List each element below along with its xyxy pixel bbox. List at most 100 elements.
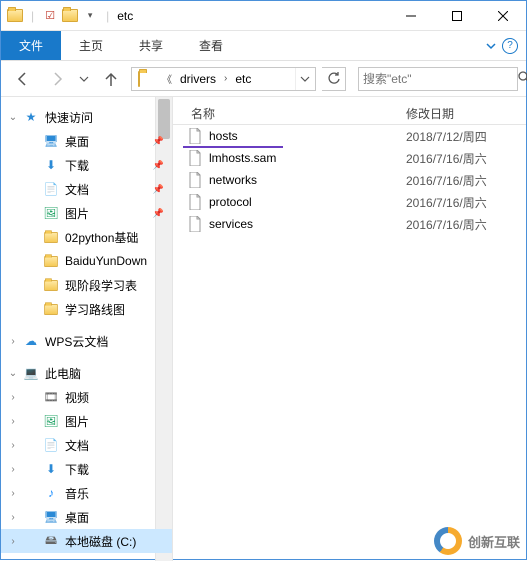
sidebar-item-quick-access[interactable]: ⌄ ★ 快速访问 (1, 105, 172, 129)
file-icon (187, 150, 203, 166)
file-list: hosts2018/7/12/周四 lmhosts.sam2016/7/16/周… (173, 125, 526, 561)
sidebar-item-desktop[interactable]: 🖥桌面📌 (1, 129, 172, 153)
qat-separator: | (31, 9, 34, 23)
back-button[interactable] (9, 65, 37, 93)
address-history-dropdown[interactable] (295, 68, 313, 90)
chevron-down-icon (79, 74, 89, 84)
file-name: networks (209, 173, 406, 187)
sidebar-item-videos[interactable]: ›🎞视频 (1, 385, 172, 409)
chevron-down-icon[interactable]: ⌄ (7, 368, 19, 379)
window-controls (388, 1, 526, 31)
chevron-right-icon[interactable]: › (7, 512, 19, 523)
download-icon: ⬇ (43, 157, 59, 173)
search-icon[interactable] (518, 71, 527, 87)
tree-cloud: › ☁ WPS云文档 (1, 329, 172, 353)
qat-separator: | (106, 9, 109, 23)
up-button[interactable] (97, 65, 125, 93)
close-button[interactable] (480, 1, 526, 31)
sidebar-item-folder[interactable]: 学习路线图 (1, 297, 172, 321)
sidebar-item-label: 快速访问 (45, 109, 93, 126)
sidebar-item-downloads[interactable]: ›⬇下载 (1, 457, 172, 481)
column-header-name[interactable]: 名称 (173, 105, 406, 122)
address-root[interactable] (134, 68, 158, 90)
tree-quick-access: ⌄ ★ 快速访问 🖥桌面📌 ⬇下载📌 📄文档📌 🖼图片📌 02python基础 … (1, 105, 172, 321)
chevron-down-icon[interactable]: ⌄ (7, 112, 19, 123)
file-icon (187, 128, 203, 144)
arrow-up-icon (102, 70, 120, 88)
forward-button[interactable] (43, 65, 71, 93)
sidebar-item-folder[interactable]: 现阶段学习表 (1, 273, 172, 297)
chevron-right-icon[interactable]: › (7, 416, 19, 427)
content-area: ⌄ ★ 快速访问 🖥桌面📌 ⬇下载📌 📄文档📌 🖼图片📌 02python基础 … (1, 97, 526, 561)
properties-icon[interactable]: ☑ (42, 8, 58, 24)
sidebar-item-label: BaiduYunDown (65, 254, 147, 268)
sidebar-item-label: 02python基础 (65, 229, 138, 246)
sidebar-item-label: 图片 (65, 205, 89, 222)
breadcrumb-segment[interactable]: drivers (176, 68, 220, 90)
chevron-right-icon[interactable]: › (7, 392, 19, 403)
recent-dropdown[interactable] (77, 65, 91, 93)
file-row[interactable]: lmhosts.sam2016/7/16/周六 (173, 147, 526, 169)
sidebar-item-wps-cloud[interactable]: › ☁ WPS云文档 (1, 329, 172, 353)
chevron-right-icon[interactable]: › (7, 464, 19, 475)
refresh-icon (327, 72, 341, 86)
sidebar-item-this-pc[interactable]: ⌄ 💻 此电脑 (1, 361, 172, 385)
refresh-button[interactable] (322, 67, 346, 91)
folder-icon (43, 253, 59, 269)
address-bar[interactable]: 《 drivers › etc (131, 67, 316, 91)
tab-share[interactable]: 共享 (121, 31, 181, 60)
sidebar-item-music[interactable]: ›♪音乐 (1, 481, 172, 505)
document-icon: 📄 (43, 437, 59, 453)
search-box[interactable] (358, 67, 518, 91)
file-name: lmhosts.sam (209, 151, 406, 165)
file-icon (187, 216, 203, 232)
folder-icon (7, 8, 23, 24)
file-row[interactable]: hosts2018/7/12/周四 (173, 125, 526, 147)
sidebar-item-desktop[interactable]: ›🖥桌面 (1, 505, 172, 529)
sidebar-item-folder[interactable]: BaiduYunDown (1, 249, 172, 273)
tree-this-pc: ⌄ 💻 此电脑 ›🎞视频 ›🖼图片 ›📄文档 ›⬇下载 ›♪音乐 ›🖥桌面 ›🖴… (1, 361, 172, 553)
sidebar-item-label: 学习路线图 (65, 301, 125, 318)
sidebar-item-label: 图片 (65, 413, 89, 430)
close-icon (498, 11, 508, 21)
sidebar-item-downloads[interactable]: ⬇下载📌 (1, 153, 172, 177)
file-row[interactable]: services2016/7/16/周六 (173, 213, 526, 235)
tab-file[interactable]: 文件 (1, 31, 61, 60)
sidebar-item-documents[interactable]: 📄文档📌 (1, 177, 172, 201)
tab-home[interactable]: 主页 (61, 31, 121, 60)
sidebar-item-pictures[interactable]: ›🖼图片 (1, 409, 172, 433)
sidebar-item-local-disk-c[interactable]: ›🖴本地磁盘 (C:) (1, 529, 172, 553)
chevron-down-icon (486, 41, 496, 51)
qat-dropdown-icon[interactable]: ▾ (82, 8, 98, 24)
sidebar-item-documents[interactable]: ›📄文档 (1, 433, 172, 457)
chevron-right-icon[interactable]: › (7, 488, 19, 499)
chevron-right-icon[interactable]: › (7, 440, 19, 451)
minimize-button[interactable] (388, 1, 434, 31)
sidebar-item-folder[interactable]: 02python基础 (1, 225, 172, 249)
sidebar-item-label: WPS云文档 (45, 333, 108, 350)
breadcrumb-segment[interactable]: etc (231, 68, 255, 90)
chevron-right-icon[interactable]: › (7, 536, 19, 547)
file-icon (187, 172, 203, 188)
minimize-icon (406, 11, 416, 21)
chevron-right-icon[interactable]: › (7, 336, 19, 347)
sidebar-item-pictures[interactable]: 🖼图片📌 (1, 201, 172, 225)
breadcrumb-sep[interactable]: 《 (158, 71, 176, 86)
file-date: 2016/7/16/周六 (406, 150, 526, 167)
file-row[interactable]: networks2016/7/16/周六 (173, 169, 526, 191)
search-input[interactable] (363, 72, 518, 86)
navigation-bar: 《 drivers › etc (1, 61, 526, 97)
ribbon-collapse[interactable]: ? (486, 31, 526, 60)
maximize-button[interactable] (434, 1, 480, 31)
column-header-modified[interactable]: 修改日期 (406, 105, 526, 122)
file-row[interactable]: protocol2016/7/16/周六 (173, 191, 526, 213)
desktop-icon: 🖥 (43, 133, 59, 149)
help-icon[interactable]: ? (502, 38, 518, 54)
chevron-right-icon[interactable]: › (220, 73, 231, 84)
annotation-underline (183, 146, 283, 148)
pictures-icon: 🖼 (43, 205, 59, 221)
file-name: services (209, 217, 406, 231)
folder-icon (43, 277, 59, 293)
tab-view[interactable]: 查看 (181, 31, 241, 60)
chevron-down-icon (300, 74, 310, 84)
